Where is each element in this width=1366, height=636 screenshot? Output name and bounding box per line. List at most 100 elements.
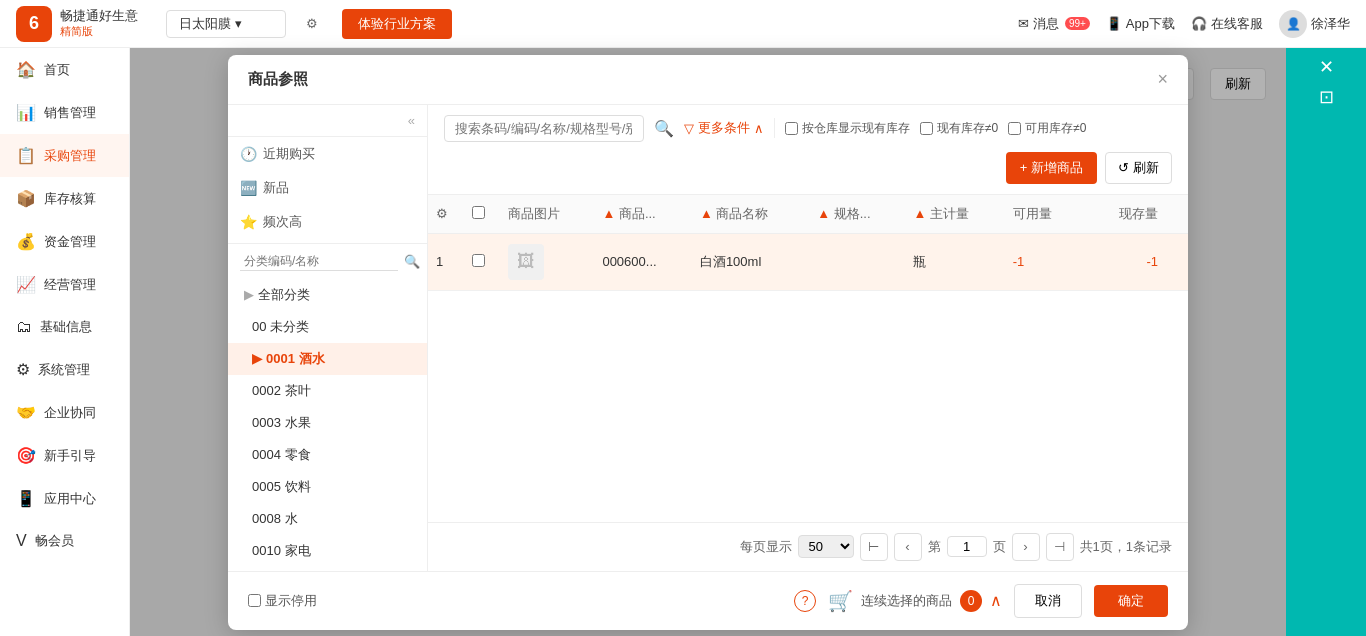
category-search-input[interactable] <box>240 252 398 271</box>
sidebar-item-purchase[interactable]: 📋 采购管理 <box>0 134 129 177</box>
checkbox-current-stock[interactable]: 现有库存≠0 <box>920 120 998 137</box>
sidebar-item-member[interactable]: V 畅会员 <box>0 520 129 562</box>
category-0001[interactable]: ▶ 0001 酒水 <box>228 343 427 375</box>
show-disabled-label[interactable]: 显示停用 <box>248 592 317 610</box>
last-page-button[interactable]: ⊣ <box>1046 533 1074 561</box>
logo-icon: 6 <box>16 6 52 42</box>
warehouse-stock-checkbox[interactable] <box>785 122 798 135</box>
category-00[interactable]: 00 未分类 <box>228 311 427 343</box>
more-filter-button[interactable]: ▽ 更多条件 ∧ <box>684 119 764 137</box>
product-image-cell: 🖼 <box>500 233 594 290</box>
expand-panel-icon[interactable]: ⊡ <box>1319 86 1334 108</box>
quick-filter-frequent[interactable]: ⭐ 频次高 <box>228 205 427 239</box>
sidebar-item-home[interactable]: 🏠 首页 <box>0 48 129 91</box>
quick-filter-label: 频次高 <box>263 213 302 231</box>
col-name[interactable]: ▲ 商品名称 <box>692 195 809 234</box>
col-unit[interactable]: ▲ 主计量 <box>905 195 1004 234</box>
messages-button[interactable]: ✉ 消息 99+ <box>1018 15 1090 33</box>
col-code[interactable]: ▲ 商品... <box>594 195 691 234</box>
quick-filter-recent[interactable]: 🕐 近期购买 <box>228 137 427 171</box>
category-0004[interactable]: 0004 零食 <box>228 439 427 471</box>
product-thumbnail: 🖼 <box>508 244 544 280</box>
sidebar-item-label: 系统管理 <box>38 361 90 379</box>
user-profile[interactable]: 👤 徐泽华 <box>1279 10 1350 38</box>
sidebar-item-label: 新手引导 <box>44 447 96 465</box>
username: 徐泽华 <box>1311 15 1350 33</box>
help-icon[interactable]: ? <box>794 590 816 612</box>
refresh-icon: ↺ <box>1118 160 1129 175</box>
cancel-button[interactable]: 取消 <box>1014 584 1082 618</box>
available-stock-checkbox[interactable] <box>1008 122 1021 135</box>
sidebar-item-finance[interactable]: 💰 资金管理 <box>0 220 129 263</box>
row-select-checkbox[interactable] <box>472 254 485 267</box>
quick-filter-new[interactable]: 🆕 新品 <box>228 171 427 205</box>
refresh-label: 刷新 <box>1133 159 1159 177</box>
checkbox-available-stock[interactable]: 可用库存≠0 <box>1008 120 1086 137</box>
col-settings[interactable]: ⚙ <box>428 195 464 234</box>
store-selector[interactable]: 日太阳膜 ▾ <box>166 10 286 38</box>
col-spec[interactable]: ▲ 规格... <box>809 195 905 234</box>
sidebar-item-label: 畅会员 <box>35 532 74 550</box>
sidebar-item-label: 首页 <box>44 61 70 79</box>
search-icon-btn[interactable]: 🔍 <box>654 119 674 138</box>
close-button[interactable]: × <box>1157 69 1168 90</box>
collapse-left-icon[interactable]: « <box>408 113 415 128</box>
first-page-button[interactable]: ⊢ <box>860 533 888 561</box>
sidebar-item-cooperation[interactable]: 🤝 企业协同 <box>0 391 129 434</box>
content-area: 查询 设置 刷新 商品参照 × « <box>130 48 1286 636</box>
sidebar-item-inventory[interactable]: 📦 库存核算 <box>0 177 129 220</box>
refresh-button[interactable]: ↺ 刷新 <box>1105 152 1172 184</box>
continuous-select: 🛒 连续选择的商品 0 ∧ <box>828 589 1002 613</box>
quick-filter-label: 近期购买 <box>263 145 315 163</box>
online-service-button[interactable]: 🎧 在线客服 <box>1191 15 1263 33</box>
category-all[interactable]: ▶ 全部分类 <box>228 279 427 311</box>
table-row[interactable]: 1 🖼 000600... 白酒100ml <box>428 233 1188 290</box>
current-stock-checkbox[interactable] <box>920 122 933 135</box>
checkbox-warehouse-stock[interactable]: 按仓库显示现有库存 <box>785 120 910 137</box>
col-checkbox[interactable] <box>464 195 500 234</box>
add-product-button[interactable]: + 新增商品 <box>1006 152 1097 184</box>
toolbar-right: + 新增商品 ↺ 刷新 <box>1006 152 1172 184</box>
checkbox-label: 可用库存≠0 <box>1025 120 1086 137</box>
sidebar-item-label: 库存核算 <box>44 190 96 208</box>
sidebar-item-guide[interactable]: 🎯 新手引导 <box>0 434 129 477</box>
messages-label: 消息 <box>1033 15 1059 33</box>
per-page-select[interactable]: 10 20 50 100 <box>798 535 854 558</box>
select-all-checkbox[interactable] <box>472 206 485 219</box>
show-disabled-checkbox[interactable] <box>248 594 261 607</box>
product-table: ⚙ 商品图片 ▲ 商品... <box>428 195 1188 522</box>
sidebar-item-label: 应用中心 <box>44 490 96 508</box>
collapse-icon[interactable]: ∧ <box>990 591 1002 610</box>
sidebar-item-operations[interactable]: 📈 经营管理 <box>0 263 129 306</box>
page-input[interactable] <box>947 536 987 557</box>
try-industry-button[interactable]: 体验行业方案 <box>342 9 452 39</box>
row-checkbox[interactable] <box>464 233 500 290</box>
settings-button[interactable]: ⚙ <box>294 6 330 42</box>
sidebar-item-sales[interactable]: 📊 销售管理 <box>0 91 129 134</box>
divider <box>228 243 427 244</box>
search-icon[interactable]: 🔍 <box>404 254 420 269</box>
continuous-label: 连续选择的商品 <box>861 592 952 610</box>
sidebar-item-basic-info[interactable]: 🗂 基础信息 <box>0 306 129 348</box>
category-0008[interactable]: 0008 水 <box>228 503 427 535</box>
recent-icon: 🕐 <box>240 146 257 162</box>
sidebar-item-label: 基础信息 <box>40 318 92 336</box>
confirm-button[interactable]: 确定 <box>1094 585 1168 617</box>
sidebar-item-app-center[interactable]: 📱 应用中心 <box>0 477 129 520</box>
category-0010[interactable]: 0010 家电 <box>228 535 427 567</box>
app-download-button[interactable]: 📱 App下载 <box>1106 15 1175 33</box>
category-0005[interactable]: 0005 饮料 <box>228 471 427 503</box>
new-icon: 🆕 <box>240 180 257 196</box>
category-search-box: 🔍 <box>228 248 427 275</box>
page-label: 第 <box>928 538 941 556</box>
sidebar-item-system[interactable]: ⚙ 系统管理 <box>0 348 129 391</box>
prev-page-button[interactable]: ‹ <box>894 533 922 561</box>
product-search-input[interactable] <box>444 115 644 142</box>
close-panel-icon[interactable]: ✕ <box>1319 56 1334 78</box>
category-0003[interactable]: 0003 水果 <box>228 407 427 439</box>
category-0002[interactable]: 0002 茶叶 <box>228 375 427 407</box>
top-nav: 6 畅捷通好生意 精简版 日太阳膜 ▾ ⚙ 体验行业方案 ✉ 消息 99+ 📱 … <box>0 0 1366 48</box>
next-page-button[interactable]: › <box>1012 533 1040 561</box>
category-label: 0005 饮料 <box>252 478 311 496</box>
sales-icon: 📊 <box>16 103 36 122</box>
